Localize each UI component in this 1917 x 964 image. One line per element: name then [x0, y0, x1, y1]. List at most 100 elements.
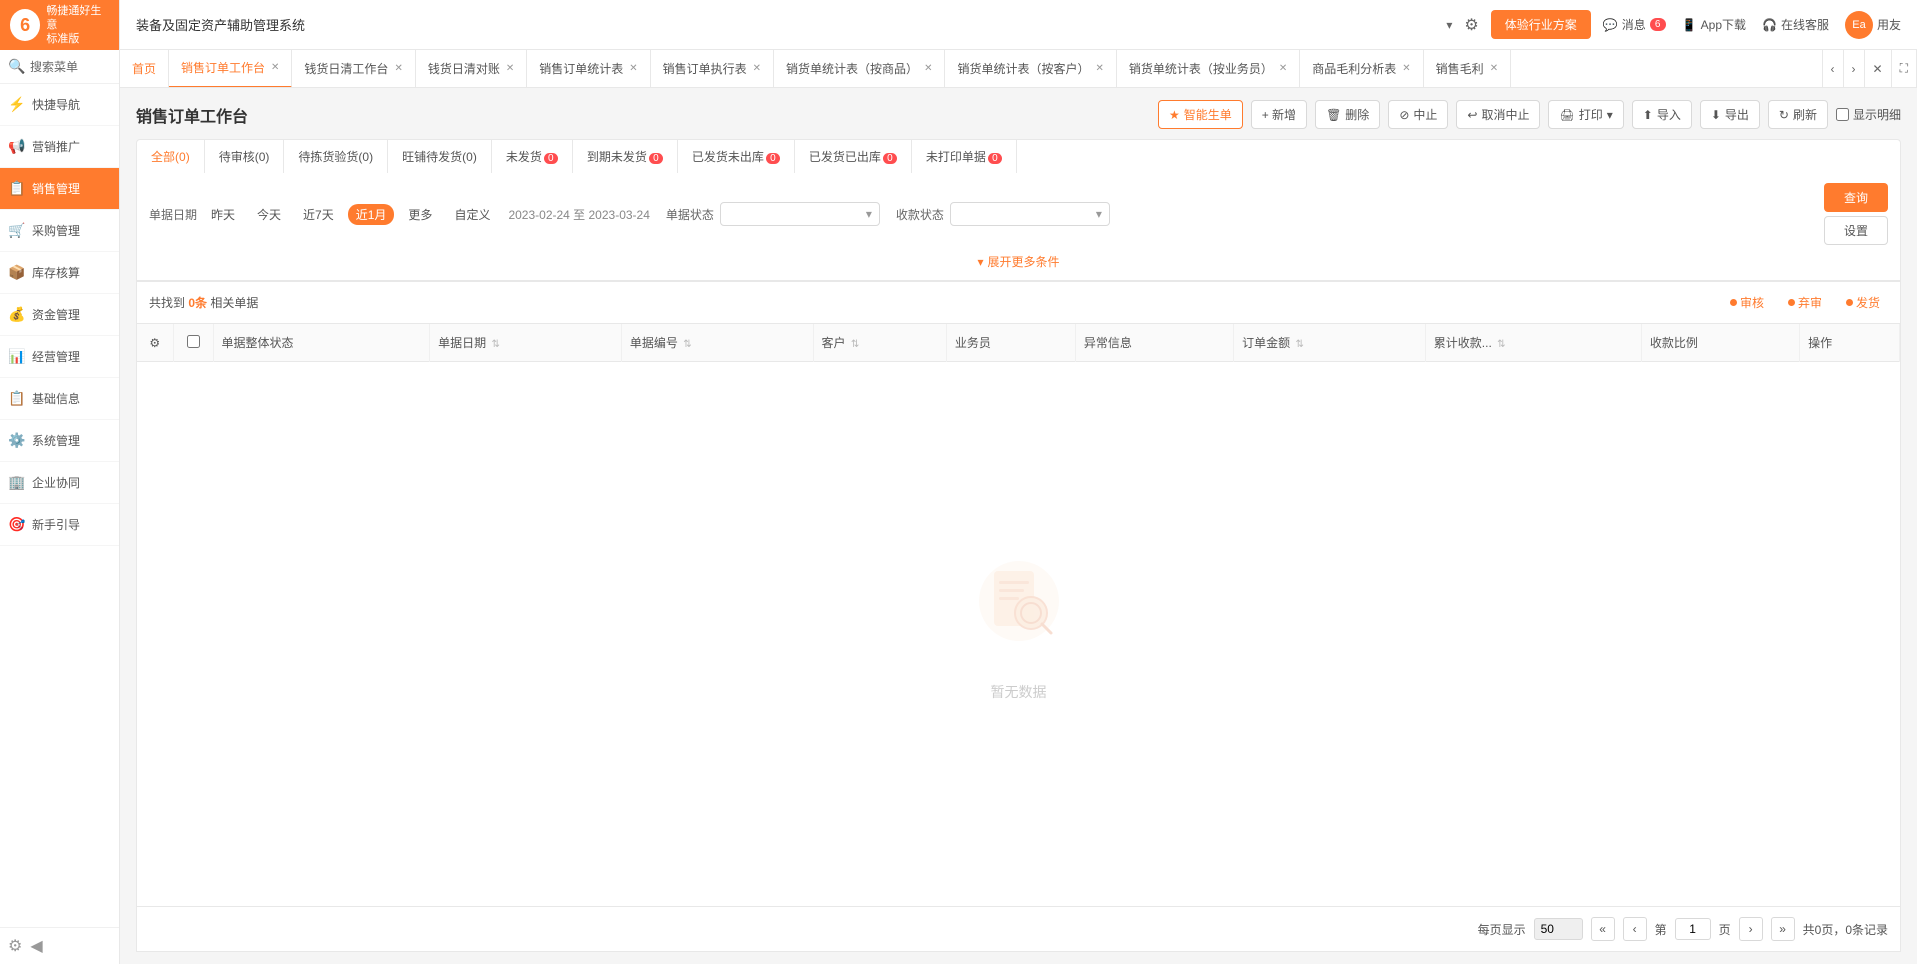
sidebar-item-operation[interactable]: 📊 经营管理 [0, 336, 119, 378]
message-btn[interactable]: 💬 消息 6 [1603, 16, 1666, 33]
col-collected-header[interactable]: 累计收款... ⇅ [1425, 324, 1641, 362]
tab-sales-stats[interactable]: 销售订单统计表 ✕ [527, 50, 650, 88]
status-select[interactable] [720, 202, 880, 226]
filter-panel: 单据日期 昨天 今天 近7天 近1月 更多 自定义 2023-02-24 至 2… [136, 173, 1901, 281]
cancel-suspend-btn[interactable]: ↩ 取消中止 [1456, 100, 1540, 129]
tab-scroll-left[interactable]: ‹ [1823, 50, 1844, 88]
dispatch-btn[interactable]: 发货 [1838, 290, 1888, 315]
query-btn[interactable]: 查询 [1824, 183, 1888, 212]
collapse-btn[interactable]: ◀ [30, 936, 42, 956]
sidebar-item-system[interactable]: ⚙️ 系统管理 [0, 420, 119, 462]
tab-close-product-margin[interactable]: ✕ [1402, 63, 1410, 74]
tab-close-sales-summary-staff[interactable]: ✕ [1279, 63, 1287, 74]
refresh-btn[interactable]: ↻ 刷新 [1768, 100, 1828, 129]
sub-tab-pending-audit[interactable]: 待审核(0) [205, 140, 285, 173]
col-amount-header[interactable]: 订单金额 ⇅ [1234, 324, 1426, 362]
sidebar-item-finance[interactable]: 💰 资金管理 [0, 294, 119, 336]
expand-btn[interactable]: ▾ 展开更多条件 [977, 253, 1059, 270]
sub-tab-pending-check[interactable]: 待拣货验货(0) [284, 140, 388, 173]
sub-tab-all[interactable]: 全部(0) [137, 140, 205, 173]
tab-product-margin[interactable]: 商品毛利分析表 ✕ [1300, 50, 1423, 88]
app-download-btn[interactable]: 📱 App下载 [1682, 16, 1746, 33]
col-settings[interactable]: ⚙ [137, 324, 173, 362]
tab-close-sales-exec[interactable]: ✕ [753, 63, 761, 74]
tab-close-cash-daily[interactable]: ✕ [394, 63, 402, 74]
tab-home[interactable]: 首页 [120, 50, 169, 88]
header-gear-btn[interactable]: ⚙ [1464, 15, 1478, 35]
sub-tab-shipped-not-out[interactable]: 已发货未出库0 [678, 140, 795, 173]
tab-close-sales-order[interactable]: ✕ [271, 62, 279, 73]
sub-tab-not-printed[interactable]: 未打印单据0 [912, 140, 1017, 173]
system-dropdown[interactable]: ▾ [1446, 18, 1452, 32]
tab-cash-reconcile[interactable]: 钱货日清对账 ✕ [416, 50, 527, 88]
user-btn[interactable]: Ea 用友 [1845, 11, 1901, 39]
status-select-wrap [720, 202, 880, 226]
sub-tab-shipped-out[interactable]: 已发货已出库0 [795, 140, 912, 173]
sidebar-item-sales[interactable]: 📋 销售管理 [0, 168, 119, 210]
per-page-select[interactable]: 10 20 50 100 [1534, 918, 1583, 940]
sidebar-item-inventory[interactable]: 📦 库存核算 [0, 252, 119, 294]
tab-sales-summary-staff[interactable]: 销货单统计表（按业务员） ✕ [1117, 50, 1300, 88]
sidebar-item-purchase[interactable]: 🛒 采购管理 [0, 210, 119, 252]
date-more-btn[interactable]: 更多 [400, 204, 440, 225]
date-today-btn[interactable]: 今天 [249, 204, 289, 225]
tab-close-all[interactable]: ✕ [1865, 50, 1892, 88]
smart-create-btn[interactable]: ★ 智能生单 [1158, 100, 1243, 129]
sidebar-item-marketing[interactable]: 📢 营销推广 [0, 126, 119, 168]
new-btn[interactable]: + 新增 [1251, 100, 1307, 129]
online-support-btn[interactable]: 🎧 在线客服 [1762, 16, 1829, 33]
date-1month-btn[interactable]: 近1月 [348, 204, 395, 225]
set-btn[interactable]: 设置 [1824, 216, 1888, 245]
page-first-btn[interactable]: « [1591, 917, 1615, 941]
page-input[interactable] [1675, 918, 1711, 940]
tab-close-cash-reconcile[interactable]: ✕ [506, 63, 514, 74]
col-customer-header[interactable]: 客户 ⇅ [813, 324, 946, 362]
show-detail-checkbox-label[interactable]: 显示明细 [1836, 106, 1901, 123]
delete-icon: 🗑 [1326, 108, 1341, 122]
tab-close-sales-summary-product[interactable]: ✕ [924, 63, 932, 74]
payment-filter: 收款状态 [896, 202, 1110, 226]
date-custom-btn[interactable]: 自定义 [446, 204, 498, 225]
show-detail-checkbox[interactable] [1836, 108, 1849, 121]
col-number-header[interactable]: 单据编号 ⇅ [621, 324, 813, 362]
cancel-suspend-icon: ↩ [1467, 108, 1477, 122]
tab-sales-exec[interactable]: 销售订单执行表 ✕ [651, 50, 774, 88]
tab-close-sales-profit[interactable]: ✕ [1490, 63, 1498, 74]
revoke-btn[interactable]: 弃审 [1780, 290, 1830, 315]
col-checkbox-header[interactable] [173, 324, 213, 362]
settings-bottom-btn[interactable]: ⚙ [8, 936, 22, 956]
delete-btn[interactable]: 🗑 删除 [1315, 100, 1380, 129]
horizontal-scrollbar[interactable] [137, 890, 1900, 906]
payment-select[interactable] [950, 202, 1110, 226]
tab-cash-daily[interactable]: 钱货日清工作台 ✕ [292, 50, 415, 88]
sidebar-item-basic[interactable]: 📋 基础信息 [0, 378, 119, 420]
sub-tab-wangpu-pending[interactable]: 旺铺待发货(0) [388, 140, 492, 173]
tab-scroll-right[interactable]: › [1844, 50, 1865, 88]
tab-sales-summary-product[interactable]: 销货单统计表（按商品） ✕ [774, 50, 945, 88]
print-btn[interactable]: 🖨 打印 ▾ [1548, 100, 1623, 129]
tab-maximize[interactable]: ⛶ [1892, 50, 1917, 88]
tab-sales-order[interactable]: 销售订单工作台 ✕ [169, 50, 292, 88]
audit-btn[interactable]: 审核 [1722, 290, 1772, 315]
page-prev-btn[interactable]: ‹ [1623, 917, 1647, 941]
col-date-header[interactable]: 单据日期 ⇅ [430, 324, 622, 362]
tab-sales-summary-customer[interactable]: 销货单统计表（按客户） ✕ [945, 50, 1116, 88]
page-next-btn[interactable]: › [1739, 917, 1763, 941]
export-btn[interactable]: ⬇ 导出 [1700, 100, 1760, 129]
select-all-checkbox[interactable] [187, 335, 200, 348]
date-yesterday-btn[interactable]: 昨天 [203, 204, 243, 225]
sidebar-item-guide[interactable]: 🎯 新手引导 [0, 504, 119, 546]
sidebar-item-quick-nav[interactable]: ⚡ 快捷导航 [0, 84, 119, 126]
sidebar-item-search[interactable]: 🔍 搜索菜单 [0, 50, 119, 84]
suspend-btn[interactable]: ⊘ 中止 [1388, 100, 1448, 129]
sidebar-item-enterprise[interactable]: 🏢 企业协同 [0, 462, 119, 504]
page-last-btn[interactable]: » [1771, 917, 1795, 941]
tab-close-sales-stats[interactable]: ✕ [629, 63, 637, 74]
tab-sales-profit[interactable]: 销售毛利 ✕ [1424, 50, 1511, 88]
sub-tab-not-shipped[interactable]: 未发货0 [492, 140, 573, 173]
date-7days-btn[interactable]: 近7天 [295, 204, 342, 225]
sub-tab-expired-not-shipped[interactable]: 到期未发货0 [573, 140, 678, 173]
tab-close-sales-summary-customer[interactable]: ✕ [1095, 63, 1103, 74]
import-btn[interactable]: ⬆ 导入 [1632, 100, 1692, 129]
experience-btn[interactable]: 体验行业方案 [1491, 10, 1591, 39]
